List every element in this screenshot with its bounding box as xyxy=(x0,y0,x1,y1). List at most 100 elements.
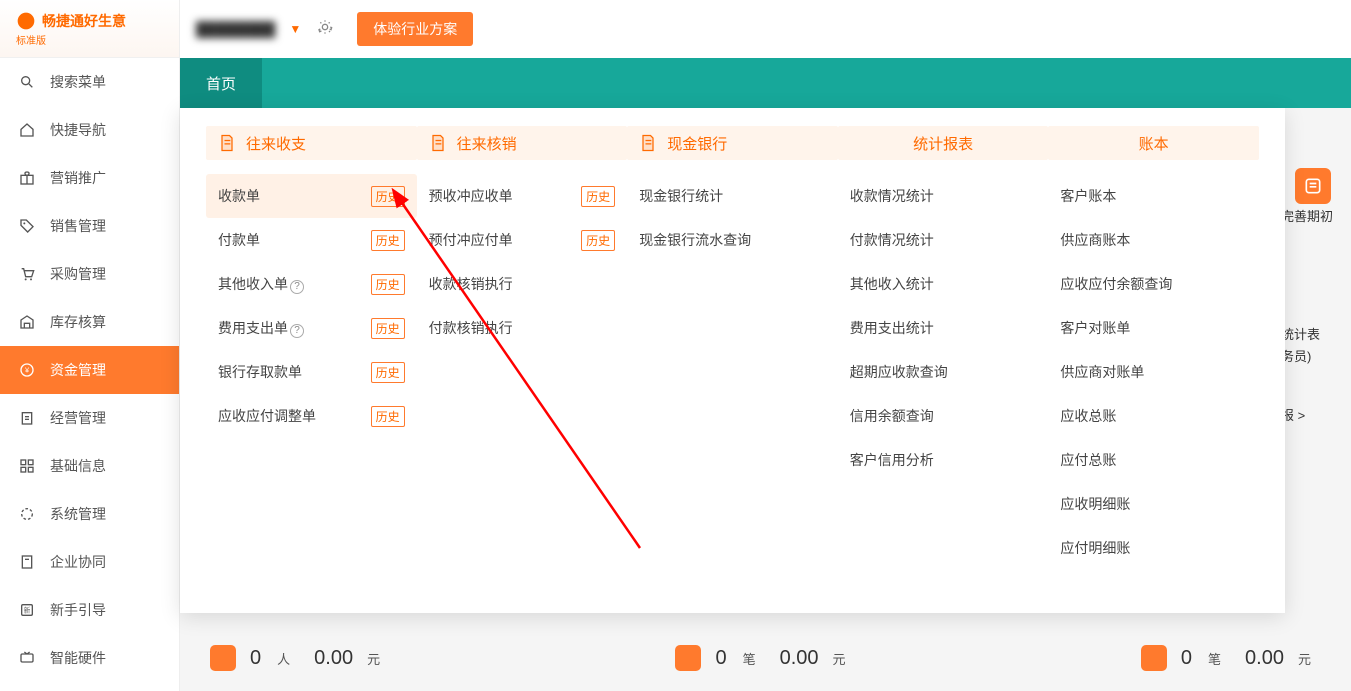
sidebar-item-label: 销售管理 xyxy=(50,216,106,236)
menu-item[interactable]: 预付冲应付单 历史 xyxy=(417,218,628,262)
svg-text:新: 新 xyxy=(24,606,31,615)
history-tag[interactable]: 历史 xyxy=(371,230,405,251)
history-tag[interactable]: 历史 xyxy=(581,186,615,207)
document-icon xyxy=(637,132,659,154)
stat-amount: 0.00 xyxy=(780,647,819,670)
menu-item-label: 预付冲应付单 xyxy=(429,230,513,250)
sidebar-item-sales[interactable]: 销售管理 xyxy=(0,202,179,250)
search-icon xyxy=(18,73,36,91)
menu-item[interactable]: 收款情况统计 xyxy=(838,174,1049,218)
history-tag[interactable]: 历史 xyxy=(371,406,405,427)
menu-item[interactable]: 收款核销执行 xyxy=(417,262,628,306)
stat-amount-unit: 元 xyxy=(1298,649,1311,668)
menu-item[interactable]: 应收应付余额查询 xyxy=(1048,262,1259,306)
menu-item[interactable]: 费用支出单?历史 xyxy=(206,306,417,350)
menu-item[interactable]: 费用支出统计 xyxy=(838,306,1049,350)
menu-item-label: 超期应收款查询 xyxy=(850,362,948,382)
sidebar-item-quicknav[interactable]: 快捷导航 xyxy=(0,106,179,154)
stat-block: 0笔0.00元 xyxy=(1141,645,1311,671)
menu-item[interactable]: 付款核销执行 xyxy=(417,306,628,350)
menu-column: 往来收支收款单历史付款单历史其他收入单?历史费用支出单?历史银行存取款单历史应收… xyxy=(206,126,417,595)
clipboard-icon xyxy=(18,409,36,427)
floating-action-icon[interactable] xyxy=(1295,168,1331,204)
menu-item-label: 现金银行流水查询 xyxy=(639,230,751,250)
stats-row: 0人0.00元0笔0.00元0笔0.00元 xyxy=(210,645,1311,671)
menu-item[interactable]: 现金银行流水查询 xyxy=(627,218,838,262)
menu-item-label: 收款情况统计 xyxy=(850,186,934,206)
menu-item[interactable]: 现金银行统计 xyxy=(627,174,838,218)
menu-item[interactable]: 付款单 历史 xyxy=(206,218,417,262)
menu-item-label: 费用支出统计 xyxy=(850,318,934,338)
trial-plan-button[interactable]: 体验行业方案 xyxy=(357,12,473,46)
tv-icon xyxy=(18,649,36,667)
menu-item[interactable]: 付款情况统计 xyxy=(838,218,1049,262)
menu-item[interactable]: 应收总账 xyxy=(1048,394,1259,438)
menu-item[interactable]: 其他收入统计 xyxy=(838,262,1049,306)
hint-text: 务员) xyxy=(1281,348,1351,366)
menu-column-header: 往来核销 xyxy=(417,126,628,160)
funds-mega-menu: 往来收支收款单历史付款单历史其他收入单?历史费用支出单?历史银行存取款单历史应收… xyxy=(180,108,1285,613)
menu-item-label: 付款单 xyxy=(218,230,260,250)
gift-icon xyxy=(18,169,36,187)
hint-text: 统计表 xyxy=(1281,326,1351,344)
sidebar-item-label: 智能硬件 xyxy=(50,648,106,668)
history-tag[interactable]: 历史 xyxy=(581,230,615,251)
history-tag[interactable]: 历史 xyxy=(371,362,405,383)
brand-block: 畅捷通好生意 标准版 xyxy=(0,0,179,58)
menu-item-label: 客户信用分析 xyxy=(850,450,934,470)
sidebar-item-funds[interactable]: ¥ 资金管理 xyxy=(0,346,179,394)
hint-text: 报 > xyxy=(1281,407,1351,425)
stat-count-unit: 人 xyxy=(277,649,290,668)
tab-home[interactable]: 首页 xyxy=(180,58,262,108)
stat-amount-unit: 元 xyxy=(833,649,846,668)
menu-item[interactable]: 供应商对账单 xyxy=(1048,350,1259,394)
history-tag[interactable]: 历史 xyxy=(371,318,405,339)
menu-item[interactable]: 银行存取款单历史 xyxy=(206,350,417,394)
sidebar-item-coop[interactable]: 企业协同 xyxy=(0,538,179,586)
menu-item[interactable]: 应收应付调整单历史 xyxy=(206,394,417,438)
menu-column: 现金银行现金银行统计现金银行流水查询 xyxy=(627,126,838,595)
menu-item-label: 应收明细账 xyxy=(1060,494,1130,514)
tag-icon xyxy=(18,217,36,235)
stat-icon xyxy=(1141,645,1167,671)
sidebar-item-guide[interactable]: 新新手引导 xyxy=(0,586,179,634)
sidebar-item-stock[interactable]: 库存核算 xyxy=(0,298,179,346)
menu-item[interactable]: 客户账本 xyxy=(1048,174,1259,218)
sidebar-item-promo[interactable]: 营销推广 xyxy=(0,154,179,202)
sidebar-item-sys[interactable]: 系统管理 xyxy=(0,490,179,538)
sidebar-item-biz[interactable]: 经营管理 xyxy=(0,394,179,442)
stat-count-unit: 笔 xyxy=(743,649,756,668)
menu-item[interactable]: 供应商账本 xyxy=(1048,218,1259,262)
menu-item[interactable]: 收款单历史 xyxy=(206,174,417,218)
history-tag[interactable]: 历史 xyxy=(371,186,405,207)
menu-item-label: 应收应付余额查询 xyxy=(1060,274,1172,294)
sidebar-item-purchase[interactable]: 采购管理 xyxy=(0,250,179,298)
menu-item[interactable]: 信用余额查询 xyxy=(838,394,1049,438)
brand-name: 畅捷通好生意 xyxy=(42,11,126,31)
sidebar-item-label: 资金管理 xyxy=(50,360,106,380)
menu-item-label: 付款情况统计 xyxy=(850,230,934,250)
menu-item[interactable]: 其他收入单?历史 xyxy=(206,262,417,306)
menu-item[interactable]: 客户信用分析 xyxy=(838,438,1049,482)
sidebar-item-hw[interactable]: 智能硬件 xyxy=(0,634,179,682)
menu-item[interactable]: 客户对账单 xyxy=(1048,306,1259,350)
money-icon: ¥ xyxy=(18,361,36,379)
menu-item[interactable]: 应付明细账 xyxy=(1048,526,1259,570)
sidebar-item-search[interactable]: 搜索菜单 xyxy=(0,58,179,106)
stat-block: 0笔0.00元 xyxy=(675,645,845,671)
chevron-down-icon[interactable]: ▼ xyxy=(289,22,301,36)
company-selector[interactable]: ████████ xyxy=(196,21,275,37)
gear-icon[interactable] xyxy=(317,19,333,39)
menu-item[interactable]: 应收明细账 xyxy=(1048,482,1259,526)
menu-item[interactable]: 应付总账 xyxy=(1048,438,1259,482)
history-tag[interactable]: 历史 xyxy=(371,274,405,295)
menu-item[interactable]: 超期应收款查询 xyxy=(838,350,1049,394)
menu-item[interactable]: 预收冲应收单历史 xyxy=(417,174,628,218)
stat-amount: 0.00 xyxy=(314,647,353,670)
document-icon xyxy=(216,132,238,154)
menu-item-label: 付款核销执行 xyxy=(429,318,513,338)
grid-icon xyxy=(18,457,36,475)
sidebar-item-base[interactable]: 基础信息 xyxy=(0,442,179,490)
stat-count-unit: 笔 xyxy=(1208,649,1221,668)
stat-amount-unit: 元 xyxy=(367,649,380,668)
